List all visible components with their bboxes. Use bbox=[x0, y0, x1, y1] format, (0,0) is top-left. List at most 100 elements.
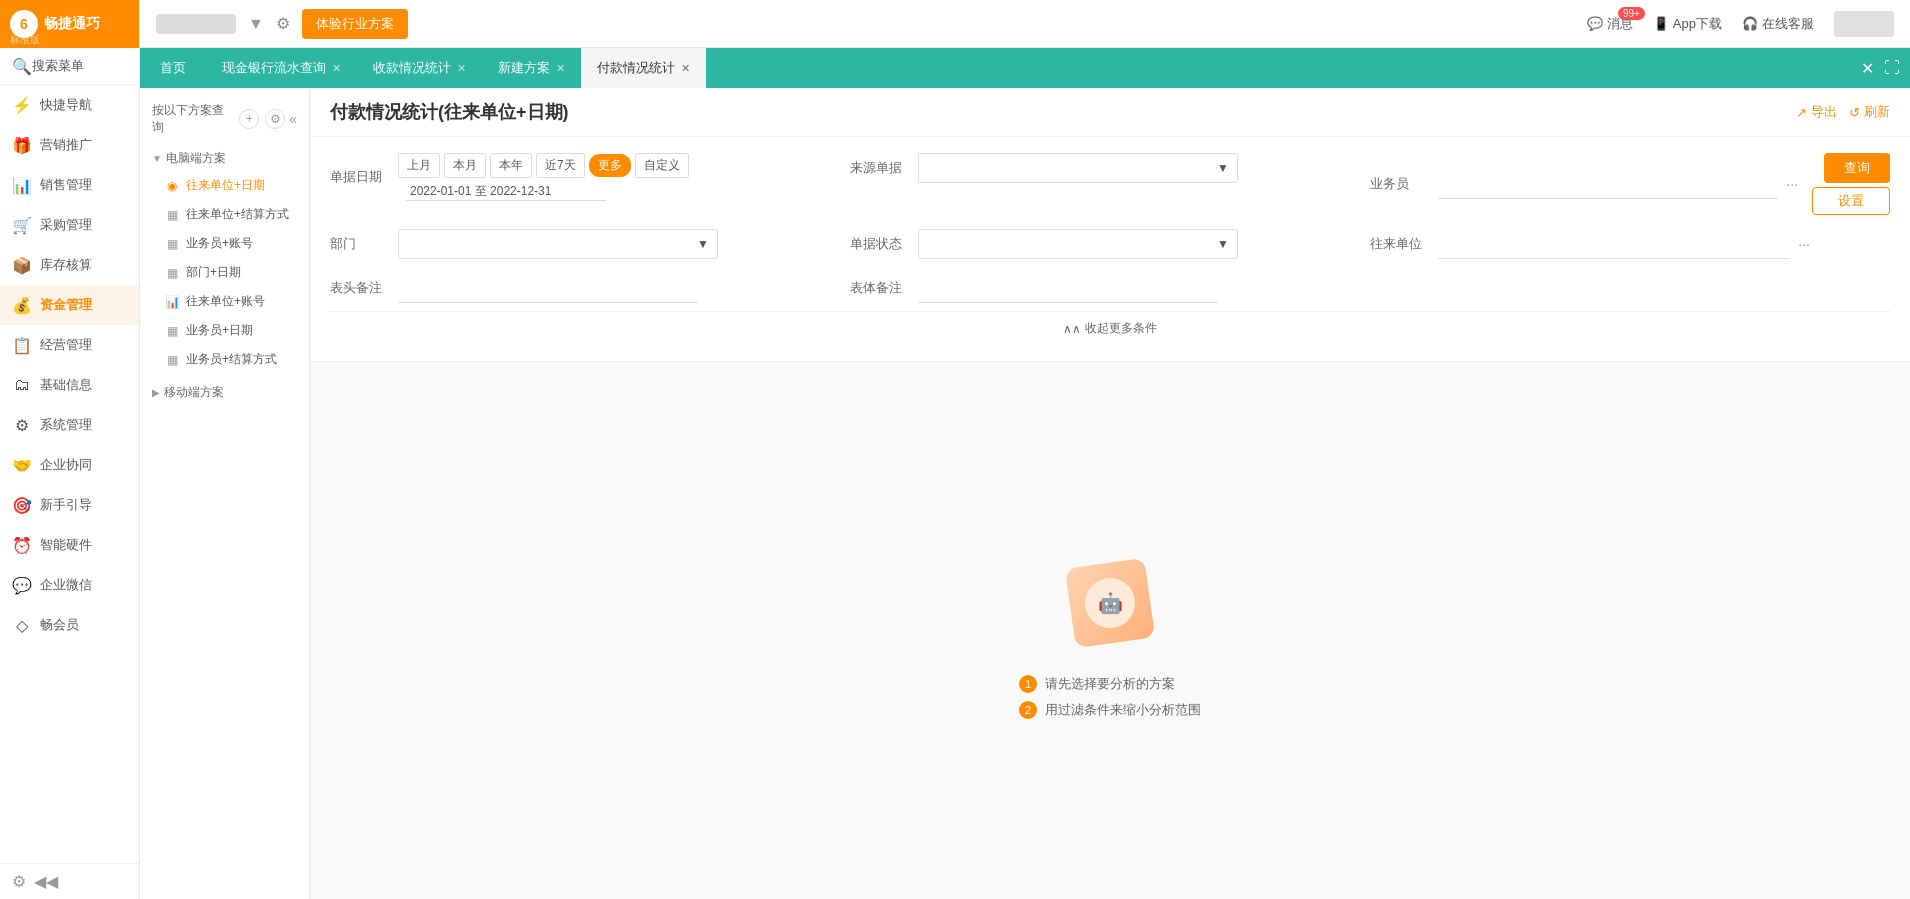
collapse-conditions-btn[interactable]: ∧∧ 收起更多条件 bbox=[330, 311, 1890, 345]
date-btn-more[interactable]: 更多 bbox=[589, 154, 631, 177]
date-btn-custom[interactable]: 自定义 bbox=[635, 153, 689, 178]
pc-group-arrow-icon: ▼ bbox=[152, 153, 162, 164]
scheme-query-label: 按以下方案查询 bbox=[152, 102, 235, 136]
sidebar-item-inventory[interactable]: 📦 库存核算 bbox=[0, 245, 139, 285]
trial-industry-btn[interactable]: 体验行业方案 bbox=[302, 9, 408, 39]
scheme-item-salesman-date[interactable]: ▦ 业务员+日期 bbox=[140, 316, 309, 345]
sidebar-item-collab[interactable]: 🤝 企业协同 bbox=[0, 445, 139, 485]
scheme-item-partner-settlement[interactable]: ▦ 往来单位+结算方式 bbox=[140, 200, 309, 229]
phone-icon: 📱 bbox=[1653, 16, 1669, 31]
scheme-item-label: 业务员+结算方式 bbox=[186, 351, 277, 368]
add-scheme-btn[interactable]: + bbox=[239, 109, 259, 129]
date-btn-last-month[interactable]: 上月 bbox=[398, 153, 440, 178]
sidebar: 6 畅捷通巧 标准版 🔍 搜索菜单 ⚡ 快捷导航 🎁 营销推广 📊 销售管理 🛒… bbox=[0, 0, 140, 899]
sidebar-item-search[interactable]: 🔍 搜索菜单 bbox=[0, 48, 139, 85]
sidebar-bottom: ⚙ ◀◀ bbox=[0, 863, 139, 899]
scheme-item-salesman-account[interactable]: ▦ 业务员+账号 bbox=[140, 229, 309, 258]
collapse-label: 收起更多条件 bbox=[1085, 320, 1157, 337]
mobile-group-label: 移动端方案 bbox=[164, 384, 224, 401]
empty-msg-2: 2 用过滤条件来缩小分析范围 bbox=[1019, 701, 1201, 719]
sidebar-item-system[interactable]: ⚙ 系统管理 bbox=[0, 405, 139, 445]
sidebar-item-purchase[interactable]: 🛒 采购管理 bbox=[0, 205, 139, 245]
tab-payment-stats-close[interactable]: ✕ bbox=[681, 62, 690, 75]
date-btn-this-month[interactable]: 本月 bbox=[444, 153, 486, 178]
date-range-input[interactable] bbox=[406, 182, 606, 201]
scheme-item-dept-date[interactable]: ▦ 部门+日期 bbox=[140, 258, 309, 287]
sidebar-item-label: 快捷导航 bbox=[40, 96, 92, 114]
sidebar-item-newbie[interactable]: 🎯 新手引导 bbox=[0, 485, 139, 525]
sidebar-item-sales[interactable]: 📊 销售管理 bbox=[0, 165, 139, 205]
purchase-icon: 🛒 bbox=[12, 215, 32, 235]
settings-scheme-btn[interactable]: ⚙ bbox=[265, 109, 285, 129]
empty-illustration: 🤖 bbox=[1050, 543, 1170, 663]
dept-select[interactable]: ▼ bbox=[398, 229, 718, 259]
edition-badge: 标准版 bbox=[10, 33, 40, 47]
app-download-btn[interactable]: 📱 App下载 bbox=[1653, 15, 1722, 33]
basic-info-icon: 🗂 bbox=[12, 375, 32, 395]
tab-cash-bank-close[interactable]: ✕ bbox=[332, 62, 341, 75]
sidebar-item-quick-nav[interactable]: ⚡ 快捷导航 bbox=[0, 85, 139, 125]
scheme-sidebar-header: 按以下方案查询 + ⚙ « bbox=[140, 96, 309, 142]
date-btn-7days[interactable]: 近7天 bbox=[536, 153, 585, 178]
tab-receipt-stats[interactable]: 收款情况统计 ✕ bbox=[357, 48, 482, 88]
main-content: ▼ ⚙ 体验行业方案 💬 消息 99+ 📱 App下载 🎧 在线客服 首页 bbox=[140, 0, 1910, 899]
date-filter-label: 单据日期 bbox=[330, 168, 390, 186]
scheme-item-label: 业务员+日期 bbox=[186, 322, 253, 339]
query-btn[interactable]: 查询 bbox=[1824, 153, 1890, 183]
sidebar-item-label: 经营管理 bbox=[40, 336, 92, 354]
sidebar-item-label: 资金管理 bbox=[40, 296, 92, 314]
partner-ellipsis[interactable]: ··· bbox=[1798, 236, 1810, 252]
settings-icon[interactable]: ⚙ bbox=[12, 872, 26, 891]
fullscreen-icon[interactable]: ⛶ bbox=[1884, 59, 1900, 77]
export-btn[interactable]: ↗ 导出 bbox=[1796, 103, 1837, 121]
page-header: 付款情况统计(往来单位+日期) ↗ 导出 ↺ 刷新 bbox=[310, 88, 1910, 137]
scheme-item-label: 往来单位+结算方式 bbox=[186, 206, 289, 223]
voucher-status-filter-label: 单据状态 bbox=[850, 235, 910, 253]
sidebar-item-marketing[interactable]: 🎁 营销推广 bbox=[0, 125, 139, 165]
tab-payment-stats-label: 付款情况统计 bbox=[597, 59, 675, 77]
sidebar-item-hardware[interactable]: ⏰ 智能硬件 bbox=[0, 525, 139, 565]
sidebar-item-label: 系统管理 bbox=[40, 416, 92, 434]
sidebar-item-label: 畅会员 bbox=[40, 616, 79, 634]
empty-msg-text-2: 用过滤条件来缩小分析范围 bbox=[1045, 701, 1201, 719]
online-service-btn[interactable]: 🎧 在线客服 bbox=[1742, 15, 1814, 33]
source-select[interactable]: ▼ bbox=[918, 153, 1238, 183]
mobile-scheme-group[interactable]: ▶ 移动端方案 bbox=[140, 378, 309, 407]
sidebar-item-basic-info[interactable]: 🗂 基础信息 bbox=[0, 365, 139, 405]
voucher-status-select[interactable]: ▼ bbox=[918, 229, 1238, 259]
hardware-icon: ⏰ bbox=[12, 535, 32, 555]
sales-icon: 📊 bbox=[12, 175, 32, 195]
refresh-btn[interactable]: ↺ 刷新 bbox=[1849, 103, 1890, 121]
close-all-tabs-icon[interactable]: ✕ bbox=[1861, 59, 1874, 78]
source-filter-label: 来源单据 bbox=[850, 159, 910, 177]
pc-scheme-group-header[interactable]: ▼ 电脑端方案 bbox=[140, 146, 309, 171]
sidebar-item-operations[interactable]: 📋 经营管理 bbox=[0, 325, 139, 365]
scheme-item-active-icon: ◉ bbox=[164, 178, 180, 194]
tab-cash-bank[interactable]: 现金银行流水查询 ✕ bbox=[206, 48, 357, 88]
scheme-item-icon: ▦ bbox=[164, 265, 180, 281]
export-label: 导出 bbox=[1811, 103, 1837, 121]
tab-new-scheme-close[interactable]: ✕ bbox=[556, 62, 565, 75]
breadcrumb-dropdown-icon[interactable]: ▼ bbox=[248, 15, 264, 33]
scheme-item-salesman-settlement[interactable]: ▦ 业务员+结算方式 bbox=[140, 345, 309, 374]
settings-btn[interactable]: 设置 bbox=[1812, 187, 1890, 215]
page-title: 付款情况统计(往来单位+日期) bbox=[330, 100, 569, 124]
tab-new-scheme[interactable]: 新建方案 ✕ bbox=[482, 48, 581, 88]
collapse-sidebar-icon[interactable]: ◀◀ bbox=[34, 872, 58, 891]
tab-receipt-stats-close[interactable]: ✕ bbox=[457, 62, 466, 75]
tab-payment-stats[interactable]: 付款情况统计 ✕ bbox=[581, 48, 706, 88]
scheme-item-partner-date[interactable]: ◉ 往来单位+日期 bbox=[140, 171, 309, 200]
scheme-item-partner-account[interactable]: 📊 往来单位+账号 bbox=[140, 287, 309, 316]
sidebar-item-wechat[interactable]: 💬 企业微信 bbox=[0, 565, 139, 605]
messages-btn[interactable]: 💬 消息 99+ bbox=[1587, 15, 1633, 33]
tab-home[interactable]: 首页 bbox=[140, 48, 206, 88]
sidebar-item-member[interactable]: ◇ 畅会员 bbox=[0, 605, 139, 645]
tab-home-label: 首页 bbox=[160, 59, 186, 77]
topbar-gear-icon[interactable]: ⚙ bbox=[276, 14, 290, 33]
system-icon: ⚙ bbox=[12, 415, 32, 435]
collapse-scheme-sidebar-icon[interactable]: « bbox=[289, 111, 297, 127]
user-avatar[interactable] bbox=[1834, 11, 1894, 37]
date-btn-this-year[interactable]: 本年 bbox=[490, 153, 532, 178]
salesman-ellipsis[interactable]: ··· bbox=[1786, 176, 1798, 192]
sidebar-item-finance[interactable]: 💰 资金管理 bbox=[0, 285, 139, 325]
